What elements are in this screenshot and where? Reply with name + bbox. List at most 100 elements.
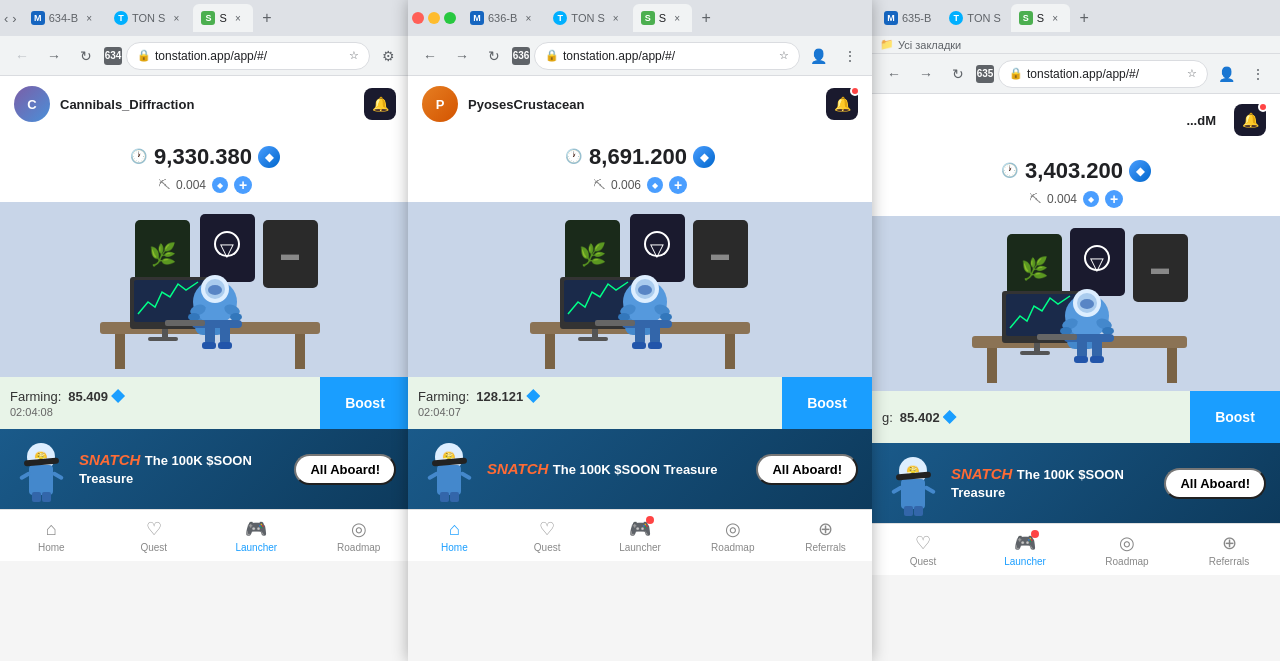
center-aboard-btn[interactable]: All Aboard! <box>756 454 858 485</box>
left-mining-rate: 0.004 <box>176 178 206 192</box>
left-home-icon: ⌂ <box>46 519 57 540</box>
right-nav-referrals[interactable]: ⊕ Referrals <box>1178 524 1280 575</box>
left-new-tab-btn[interactable]: + <box>255 6 279 30</box>
center-nav-launcher[interactable]: 🎮 Launcher <box>594 510 687 561</box>
center-balance-section: 🕐 8,691.200 ◆ ⛏ 0.006 ◆ + <box>408 132 872 202</box>
left-tab-2-close[interactable]: × <box>169 11 183 25</box>
right-tab-3[interactable]: S S × <box>1011 4 1070 32</box>
left-reload-btn[interactable]: ↻ <box>72 42 100 70</box>
left-back-nav[interactable]: ‹ <box>4 11 8 26</box>
left-nav-quest[interactable]: ♡ Quest <box>103 510 206 561</box>
center-menu-btn[interactable]: ⋮ <box>836 42 864 70</box>
right-plus-btn[interactable]: + <box>1105 190 1123 208</box>
right-profile-btn[interactable]: 👤 <box>1212 60 1240 88</box>
center-nav-roadmap-label: Roadmap <box>711 542 754 553</box>
left-omnibox[interactable]: 🔒 tonstation.app/app/#/ ☆ <box>126 42 370 70</box>
right-menu-btn[interactable]: ⋮ <box>1244 60 1272 88</box>
left-bookmark-icon[interactable]: ☆ <box>349 49 359 62</box>
center-tab-2[interactable]: T TON S × <box>545 4 630 32</box>
right-username: ...dM <box>886 113 1224 128</box>
left-tab-3[interactable]: S S × <box>193 4 252 32</box>
right-boost-button[interactable]: Boost <box>1190 391 1280 443</box>
left-extensions-btn[interactable]: ⚙ <box>374 42 402 70</box>
right-tab-3-close[interactable]: × <box>1048 11 1062 25</box>
center-nav-home[interactable]: ⌂ Home <box>408 510 501 561</box>
left-notif-bell: 🔔 <box>372 96 389 112</box>
left-aboard-btn[interactable]: All Aboard! <box>294 454 396 485</box>
center-username: PyosesCrustacean <box>468 97 816 112</box>
center-nav-referrals[interactable]: ⊕ Referrals <box>779 510 872 561</box>
center-minimize-btn[interactable] <box>428 12 440 24</box>
svg-rect-91 <box>1034 343 1040 351</box>
center-new-tab-btn[interactable]: + <box>694 6 718 30</box>
svg-rect-29 <box>165 320 205 326</box>
left-tab-2[interactable]: T TON S × <box>106 4 191 32</box>
right-omnibox[interactable]: 🔒 tonstation.app/app/#/ ☆ <box>998 60 1208 88</box>
left-plus-btn[interactable]: + <box>234 176 252 194</box>
right-tab-2[interactable]: T TON S <box>941 4 1008 32</box>
right-forward-btn[interactable]: → <box>912 60 940 88</box>
center-farming-time: 02:04:07 <box>418 406 772 418</box>
left-notification[interactable]: 🔔 <box>364 88 396 120</box>
left-forward-nav[interactable]: › <box>12 11 16 26</box>
center-tab-3[interactable]: S S × <box>633 4 692 32</box>
left-nav-roadmap-label: Roadmap <box>337 542 380 553</box>
right-reload-btn[interactable]: ↻ <box>944 60 972 88</box>
right-farming-amount: g: 85.402 <box>882 410 1180 425</box>
center-tab-2-close[interactable]: × <box>609 11 623 25</box>
svg-rect-76 <box>440 492 449 502</box>
svg-point-19 <box>208 285 222 295</box>
center-maximize-btn[interactable] <box>444 12 456 24</box>
center-roadmap-icon: ◎ <box>725 518 741 540</box>
left-tab-3-close[interactable]: × <box>231 11 245 25</box>
left-tab-2-title: TON S <box>132 12 165 24</box>
left-nav-launcher[interactable]: 🎮 Launcher <box>205 510 308 561</box>
right-nav-roadmap[interactable]: ◎ Roadmap <box>1076 524 1178 575</box>
center-forward-btn[interactable]: → <box>448 42 476 70</box>
center-notif-dot <box>850 86 860 96</box>
right-banner-text: SNATCH The 100K $SOON Treasure <box>951 465 1154 501</box>
center-nav-quest[interactable]: ♡ Quest <box>501 510 594 561</box>
right-notification[interactable]: 🔔 <box>1234 104 1266 136</box>
svg-rect-104 <box>1074 356 1088 363</box>
center-plus-btn[interactable]: + <box>669 176 687 194</box>
right-farming-bar: g: 85.402 Boost <box>872 391 1280 443</box>
left-boost-button[interactable]: Boost <box>320 377 410 429</box>
center-tab-1-close[interactable]: × <box>521 11 535 25</box>
center-reload-btn[interactable]: ↻ <box>480 42 508 70</box>
right-nav-quest[interactable]: ♡ Quest <box>872 524 974 575</box>
left-tab-1-close[interactable]: × <box>82 11 96 25</box>
center-window-controls <box>412 12 456 24</box>
center-boost-button[interactable]: Boost <box>782 377 872 429</box>
center-mine-icon: ⛏ <box>593 178 605 192</box>
center-profile-btn[interactable]: 👤 <box>804 42 832 70</box>
center-farming-amount: Farming: 128.121 <box>418 389 772 404</box>
left-nav-home[interactable]: ⌂ Home <box>0 510 103 561</box>
center-bookmark-icon[interactable]: ☆ <box>779 49 789 62</box>
right-bookmark-icon[interactable]: ☆ <box>1187 67 1197 80</box>
left-farming-label: Farming: <box>10 389 61 404</box>
svg-point-100 <box>1060 327 1072 335</box>
center-back-btn[interactable]: ← <box>416 42 444 70</box>
center-omnibox[interactable]: 🔒 tonstation.app/app/#/ ☆ <box>534 42 800 70</box>
center-close-btn[interactable] <box>412 12 424 24</box>
left-back-btn[interactable]: ← <box>8 42 36 70</box>
right-back-btn[interactable]: ← <box>880 60 908 88</box>
svg-rect-53 <box>578 337 608 341</box>
right-aboard-btn[interactable]: All Aboard! <box>1164 468 1266 499</box>
center-tab-1[interactable]: M 636-B × <box>462 4 543 32</box>
center-tab-count: 636 <box>512 47 530 65</box>
center-tab-3-close[interactable]: × <box>670 11 684 25</box>
left-game-svg: 🌿 ▽ ▬ <box>0 202 410 377</box>
right-tab-1[interactable]: M 635-B <box>876 4 939 32</box>
center-notification[interactable]: 🔔 <box>826 88 858 120</box>
left-nav-quest-label: Quest <box>140 542 167 553</box>
left-forward-btn[interactable]: → <box>40 42 68 70</box>
right-ton-gem: ◆ <box>1129 160 1151 182</box>
svg-point-97 <box>1080 299 1094 309</box>
left-tab-1[interactable]: M 634-B × <box>23 4 104 32</box>
right-nav-launcher[interactable]: 🎮 Launcher <box>974 524 1076 575</box>
center-nav-roadmap[interactable]: ◎ Roadmap <box>686 510 779 561</box>
left-nav-roadmap[interactable]: ◎ Roadmap <box>308 510 411 561</box>
right-new-tab-btn[interactable]: + <box>1072 6 1096 30</box>
